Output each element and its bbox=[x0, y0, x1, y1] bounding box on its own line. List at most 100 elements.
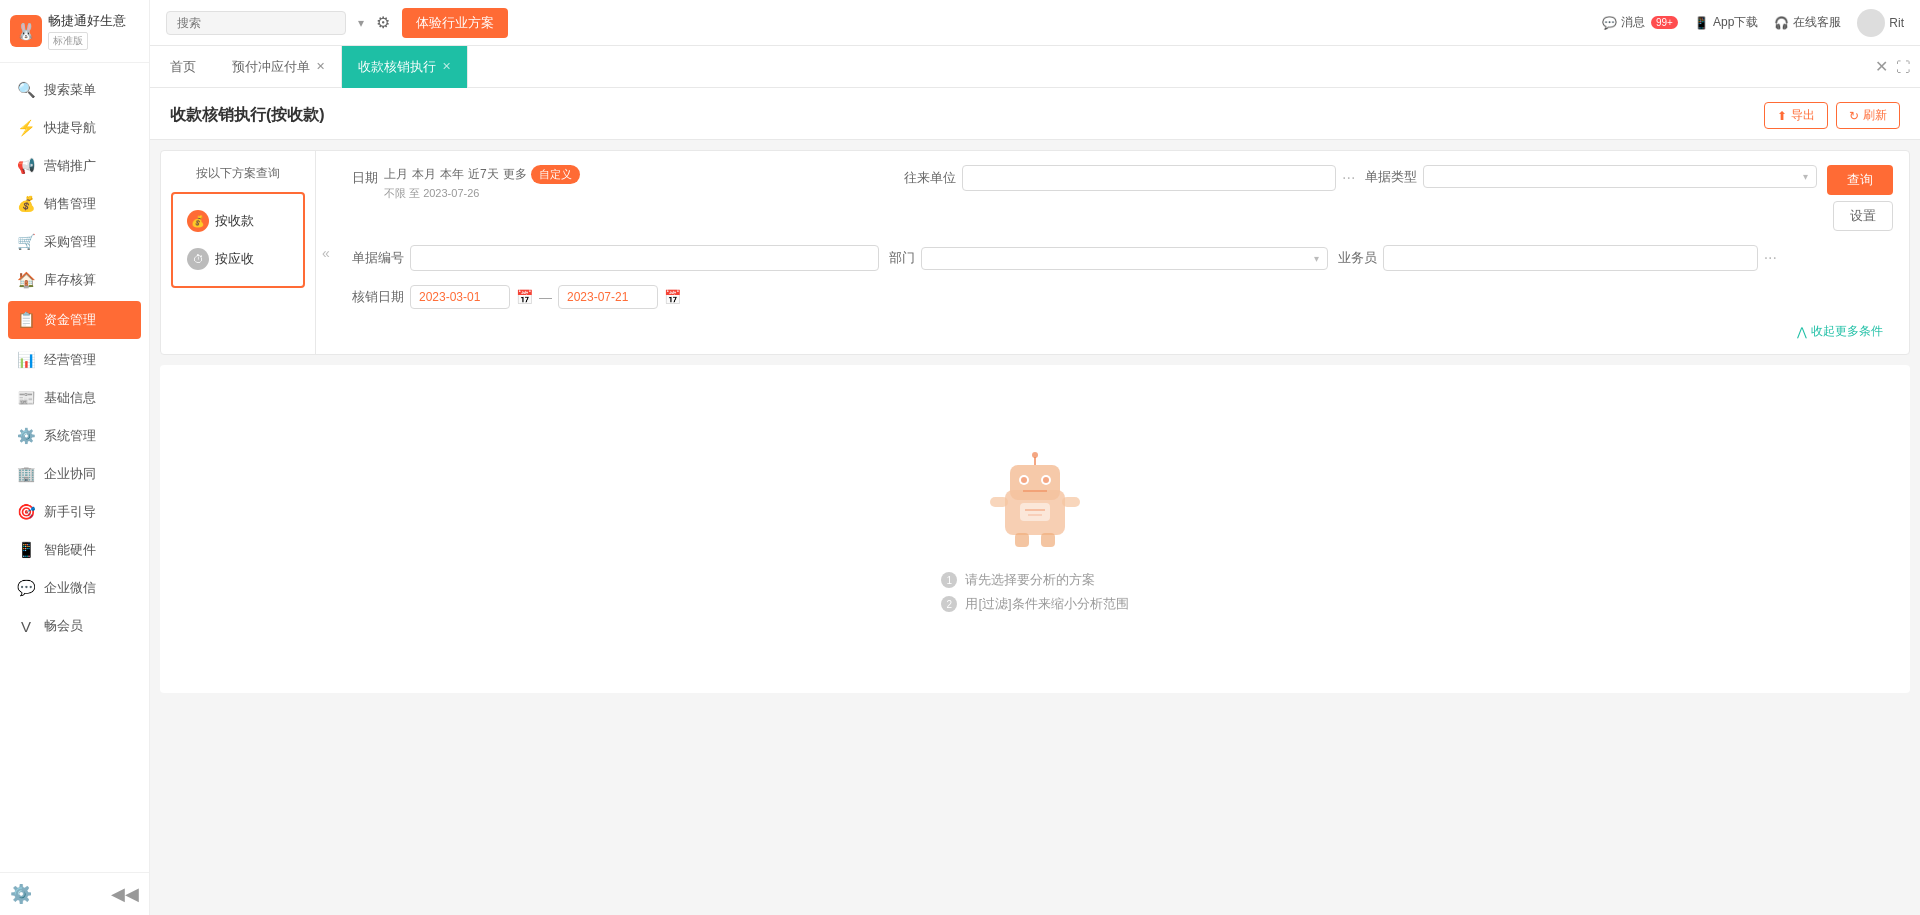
tab-close-btn[interactable]: ✕ bbox=[316, 60, 325, 73]
date-range-hint: 不限 至 2023-07-26 bbox=[384, 186, 894, 201]
staff-field: 业务员 ··· bbox=[1338, 245, 1777, 271]
sidebar-item-label: 快捷导航 bbox=[44, 119, 96, 137]
filter-panel: 按以下方案查询 💰 按收款 ⏱ 按应收 « bbox=[160, 150, 1910, 355]
tab-prepay[interactable]: 预付冲应付单✕ bbox=[216, 46, 342, 88]
sidebar-item-purchase[interactable]: 🛒 采购管理 bbox=[0, 223, 149, 261]
write-off-start-input[interactable] bbox=[410, 285, 510, 309]
page-title: 收款核销执行(按收款) bbox=[170, 105, 325, 126]
sidebar-item-guide[interactable]: 🎯新手引导 bbox=[0, 493, 149, 531]
user-item[interactable]: Rit bbox=[1857, 9, 1904, 37]
collapse-more-btn[interactable]: ⋀ 收起更多条件 bbox=[352, 319, 1893, 350]
sidebar-item-basic[interactable]: 📰基础信息 bbox=[0, 379, 149, 417]
write-off-start-cal-icon[interactable]: 📅 bbox=[516, 289, 533, 305]
filter-row-1: 日期 上月 本月 本年 近7天 更多 自定义 不限 bbox=[352, 165, 1893, 231]
query-btn[interactable]: 查询 bbox=[1827, 165, 1893, 195]
sidebar-item-quicknav[interactable]: ⚡ 快捷导航 bbox=[0, 109, 149, 147]
staff-input[interactable] bbox=[1383, 245, 1758, 271]
svg-rect-1 bbox=[1010, 465, 1060, 500]
query-option-by-receipt[interactable]: 💰 按收款 bbox=[181, 202, 295, 240]
sidebar-item-label: 新手引导 bbox=[44, 503, 96, 521]
date-opt-thisyear[interactable]: 本年 bbox=[440, 166, 464, 183]
svg-rect-12 bbox=[1041, 533, 1055, 547]
svg-rect-11 bbox=[1015, 533, 1029, 547]
setting-btn[interactable]: 设置 bbox=[1833, 201, 1893, 231]
sidebar-bottom: ⚙️ ◀◀ bbox=[0, 872, 149, 915]
svg-rect-9 bbox=[990, 497, 1008, 507]
filter-left-title: 按以下方案查询 bbox=[171, 165, 305, 182]
svg-point-8 bbox=[1032, 452, 1038, 458]
sidebar-item-business[interactable]: 📊经营管理 bbox=[0, 341, 149, 379]
service-icon: 🎧 bbox=[1774, 16, 1789, 30]
tab-receipt[interactable]: 收款核销执行✕ bbox=[342, 46, 468, 88]
dept-select[interactable]: ▾ bbox=[921, 247, 1328, 270]
sidebar-item-label: 资金管理 bbox=[44, 311, 96, 329]
logo: 🐰 畅捷通好生意 标准版 bbox=[0, 0, 149, 63]
topbar-gear-icon[interactable]: ⚙ bbox=[376, 13, 390, 32]
sidebar-item-inventory[interactable]: 🏠库存核算 bbox=[0, 261, 149, 299]
write-off-end-cal-icon[interactable]: 📅 bbox=[664, 289, 681, 305]
topbar-chevron-icon[interactable]: ▾ bbox=[358, 16, 364, 30]
app-icon: 📱 bbox=[1694, 16, 1709, 30]
export-btn[interactable]: ⬆ 导出 bbox=[1764, 102, 1828, 129]
sidebar-item-member[interactable]: V畅会员 bbox=[0, 607, 149, 645]
filter-left: 按以下方案查询 💰 按收款 ⏱ 按应收 bbox=[161, 151, 316, 354]
sidebar-item-finance[interactable]: 📋资金管理 bbox=[8, 301, 141, 339]
tab-close-btn[interactable]: ✕ bbox=[442, 60, 451, 73]
member-icon: V bbox=[16, 618, 36, 635]
sidebar-item-hardware[interactable]: 📱智能硬件 bbox=[0, 531, 149, 569]
empty-hint-1: 1 请先选择要分析的方案 bbox=[941, 571, 1128, 589]
purchase-icon: 🛒 bbox=[16, 233, 36, 251]
staff-label: 业务员 bbox=[1338, 249, 1377, 267]
app-download-item[interactable]: 📱 App下载 bbox=[1694, 14, 1758, 31]
collapse-icon[interactable]: ◀◀ bbox=[111, 883, 139, 905]
query-action-col: 查询 设置 bbox=[1827, 165, 1893, 231]
online-service-item[interactable]: 🎧 在线客服 bbox=[1774, 14, 1841, 31]
topbar-right: 💬 消息 99+ 📱 App下载 🎧 在线客服 Rit bbox=[1602, 9, 1904, 37]
sidebar-item-sales[interactable]: 💰销售管理 bbox=[0, 185, 149, 223]
filter-form: 日期 上月 本月 本年 近7天 更多 自定义 不限 bbox=[336, 151, 1909, 354]
empty-state: 1 请先选择要分析的方案 2 用[过滤]条件来缩小分析范围 bbox=[160, 365, 1910, 693]
empty-hints: 1 请先选择要分析的方案 2 用[过滤]条件来缩小分析范围 bbox=[941, 571, 1128, 613]
voucher-type-select[interactable]: ▾ bbox=[1423, 165, 1817, 188]
sidebar-item-corp[interactable]: 🏢企业协同 bbox=[0, 455, 149, 493]
inventory-icon: 🏠 bbox=[16, 271, 36, 289]
quicknav-icon: ⚡ bbox=[16, 119, 36, 137]
counterpart-ellipsis-icon[interactable]: ··· bbox=[1342, 169, 1355, 187]
tab-home[interactable]: 首页 bbox=[150, 46, 216, 88]
write-off-end-input[interactable] bbox=[558, 285, 658, 309]
content-area: 收款核销执行(按收款) ⬆ 导出 ↻ 刷新 按以下方案查询 💰 bbox=[150, 88, 1920, 915]
message-item[interactable]: 💬 消息 99+ bbox=[1602, 14, 1678, 31]
sidebar-item-search[interactable]: 🔍搜索菜单 bbox=[0, 71, 149, 109]
hardware-icon: 📱 bbox=[16, 541, 36, 559]
sidebar-item-marketing[interactable]: 📢营销推广 bbox=[0, 147, 149, 185]
sidebar-item-label: 采购管理 bbox=[44, 233, 96, 251]
tabbar-right: ✕ ⛶ bbox=[1875, 57, 1920, 76]
query-option-by-receivable[interactable]: ⏱ 按应收 bbox=[181, 240, 295, 278]
voucher-no-input[interactable] bbox=[410, 245, 879, 271]
date-custom-badge[interactable]: 自定义 bbox=[531, 165, 580, 184]
date-opt-7days[interactable]: 近7天 bbox=[468, 166, 499, 183]
date-opt-thismonth[interactable]: 本月 bbox=[412, 166, 436, 183]
counterpart-input[interactable] bbox=[962, 165, 1336, 191]
refresh-btn[interactable]: ↻ 刷新 bbox=[1836, 102, 1900, 129]
svg-point-4 bbox=[1021, 477, 1027, 483]
sidebar-item-label: 企业协同 bbox=[44, 465, 96, 483]
svg-rect-13 bbox=[1020, 503, 1050, 521]
date-opt-more[interactable]: 更多 bbox=[503, 166, 527, 183]
tab-close-all-icon[interactable]: ✕ bbox=[1875, 57, 1888, 76]
query-options-box: 💰 按收款 ⏱ 按应收 bbox=[171, 192, 305, 288]
main-area: ▾ ⚙ 体验行业方案 💬 消息 99+ 📱 App下载 🎧 在线客服 Rit bbox=[150, 0, 1920, 915]
solution-btn[interactable]: 体验行业方案 bbox=[402, 8, 508, 38]
business-icon: 📊 bbox=[16, 351, 36, 369]
logo-text: 畅捷通好生意 标准版 bbox=[48, 12, 126, 50]
date-options-wrap: 上月 本月 本年 近7天 更多 自定义 不限 至 2023-07-26 bbox=[384, 165, 894, 201]
filter-collapse-btn[interactable]: « bbox=[316, 151, 336, 354]
page-actions: ⬆ 导出 ↻ 刷新 bbox=[1764, 102, 1900, 129]
sidebar-item-system[interactable]: ⚙️系统管理 bbox=[0, 417, 149, 455]
staff-ellipsis-icon[interactable]: ··· bbox=[1764, 249, 1777, 267]
settings-icon[interactable]: ⚙️ bbox=[10, 883, 32, 905]
tab-expand-icon[interactable]: ⛶ bbox=[1896, 59, 1910, 75]
sidebar-item-weixin[interactable]: 💬企业微信 bbox=[0, 569, 149, 607]
topbar-search-input[interactable] bbox=[166, 11, 346, 35]
date-opt-lastmonth[interactable]: 上月 bbox=[384, 166, 408, 183]
